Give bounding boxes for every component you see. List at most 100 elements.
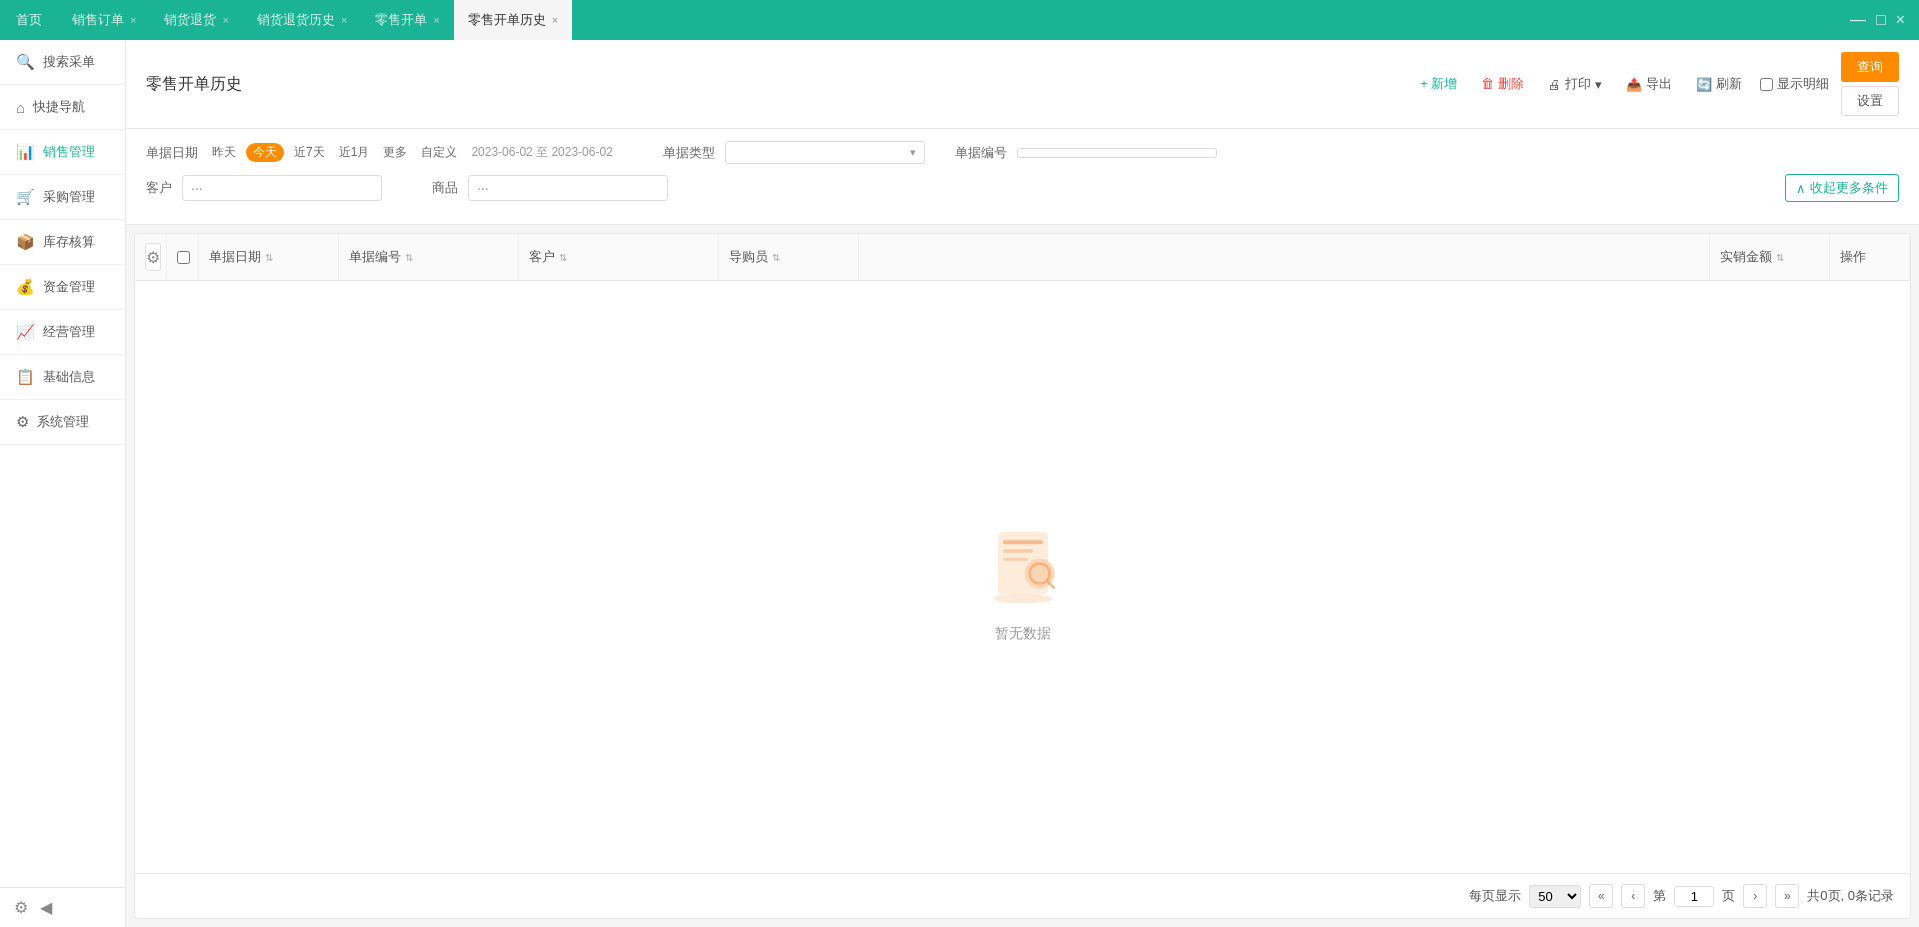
tab-retail-open-history[interactable]: 零售开单历史 × bbox=[454, 0, 572, 40]
goods-input[interactable]: ··· bbox=[468, 175, 668, 201]
sidebar-item-purchase-mgmt[interactable]: 🛒 采购管理 bbox=[0, 175, 125, 220]
doc-type-select[interactable]: ▾ bbox=[725, 141, 925, 164]
sidebar-inventory-label: 库存核算 bbox=[43, 233, 95, 251]
sales-icon: 📊 bbox=[16, 143, 35, 161]
th-actual-amount[interactable]: 实销金额 ⇅ bbox=[1710, 234, 1830, 280]
retail-open-label: 零售开单 bbox=[375, 11, 427, 29]
main-layout: 🔍 搜索采单 ⌂ 快捷导航 📊 销售管理 🛒 采购管理 📦 库存核算 💰 资金管… bbox=[0, 40, 1919, 927]
goods-label: 商品 bbox=[432, 179, 458, 197]
shortcut-1month[interactable]: 近1月 bbox=[335, 143, 374, 162]
close-sales-return[interactable]: × bbox=[222, 14, 228, 26]
basic-info-icon: 📋 bbox=[16, 368, 35, 386]
sidebar-item-inventory[interactable]: 📦 库存核算 bbox=[0, 220, 125, 265]
shortcut-7days[interactable]: 近7天 bbox=[290, 143, 329, 162]
date-label: 单据日期 bbox=[146, 144, 198, 162]
sidebar-search[interactable]: 🔍 搜索采单 bbox=[0, 40, 125, 85]
print-icon: 🖨 bbox=[1548, 77, 1561, 92]
date-range: 2023-06-02 至 2023-06-02 bbox=[471, 144, 612, 161]
maximize-btn[interactable]: □ bbox=[1876, 11, 1886, 29]
shortcut-custom[interactable]: 自定义 bbox=[417, 143, 461, 162]
customer-input[interactable]: ··· bbox=[182, 175, 382, 201]
doc-num-input[interactable] bbox=[1017, 148, 1217, 158]
collapse-label: 收起更多条件 bbox=[1810, 179, 1888, 197]
th-doc-num[interactable]: 单据编号 ⇅ bbox=[339, 234, 519, 280]
sidebar-item-finance-mgmt[interactable]: 💰 资金管理 bbox=[0, 265, 125, 310]
sidebar-bottom: ⚙ ◀ bbox=[0, 887, 125, 927]
prev-page-btn[interactable]: ‹ bbox=[1621, 884, 1645, 908]
show-detail-checkbox-label[interactable]: 显示明细 bbox=[1760, 75, 1829, 93]
th-checkbox[interactable] bbox=[167, 234, 199, 280]
settings-icon[interactable]: ⚙ bbox=[14, 898, 28, 917]
tab-sales-return[interactable]: 销货退货 × bbox=[150, 0, 242, 40]
th-doc-num-label: 单据编号 bbox=[349, 248, 401, 266]
date-shortcuts: 昨天 今天 近7天 近1月 更多 自定义 bbox=[208, 143, 461, 162]
sales-order-label: 销售订单 bbox=[72, 11, 124, 29]
shortcut-today[interactable]: 今天 bbox=[246, 143, 284, 162]
query-button[interactable]: 查询 bbox=[1841, 52, 1899, 82]
search-icon: 🔍 bbox=[16, 53, 35, 71]
delete-button[interactable]: 🗑 删除 bbox=[1475, 71, 1530, 97]
shortcut-more[interactable]: 更多 bbox=[379, 143, 411, 162]
collapse-icon: ∧ bbox=[1796, 181, 1806, 196]
add-label: + 新增 bbox=[1420, 75, 1457, 93]
table-area: ⚙ 单据日期 ⇅ 单据编号 ⇅ 客户 ⇅ 导购员 bbox=[134, 233, 1911, 919]
show-detail-checkbox[interactable] bbox=[1760, 78, 1773, 91]
next-page-btn[interactable]: › bbox=[1743, 884, 1767, 908]
export-button[interactable]: 📤 导出 bbox=[1620, 71, 1678, 97]
sidebar-sales-label: 销售管理 bbox=[43, 143, 95, 161]
collapse-button[interactable]: ∧ 收起更多条件 bbox=[1785, 174, 1899, 202]
sidebar-item-business-mgmt[interactable]: 📈 经营管理 bbox=[0, 310, 125, 355]
th-settings[interactable]: ⚙ bbox=[135, 234, 167, 280]
th-doc-date-label: 单据日期 bbox=[209, 248, 261, 266]
th-salesperson[interactable]: 导购员 ⇅ bbox=[719, 234, 859, 280]
select-all-checkbox[interactable] bbox=[177, 251, 190, 264]
sidebar-item-system-mgmt[interactable]: ⚙ 系统管理 bbox=[0, 400, 125, 445]
tab-sales-order[interactable]: 销售订单 × bbox=[58, 0, 150, 40]
th-doc-date[interactable]: 单据日期 ⇅ bbox=[199, 234, 339, 280]
column-settings-icon[interactable]: ⚙ bbox=[145, 243, 161, 271]
refresh-button[interactable]: 🔄 刷新 bbox=[1690, 71, 1748, 97]
pagination: 每页显示 50 10 20 100 « ‹ 第 页 › » 共0页, 0条记录 bbox=[135, 873, 1910, 918]
filter-row-1: 单据日期 昨天 今天 近7天 近1月 更多 自定义 2023-06-02 至 2… bbox=[146, 141, 1899, 164]
tab-sales-return-history[interactable]: 销货退货历史 × bbox=[243, 0, 361, 40]
page-title: 零售开单历史 bbox=[146, 74, 242, 95]
sidebar-item-sales-mgmt[interactable]: 📊 销售管理 bbox=[0, 130, 125, 175]
th-operations: 操作 bbox=[1830, 234, 1910, 280]
sidebar-item-quick-nav[interactable]: ⌂ 快捷导航 bbox=[0, 85, 125, 130]
print-label: 打印 bbox=[1565, 75, 1591, 93]
tab-home[interactable]: 首页 bbox=[0, 0, 58, 40]
sort-customer-icon[interactable]: ⇅ bbox=[559, 252, 567, 263]
tab-retail-open[interactable]: 零售开单 × bbox=[361, 0, 453, 40]
sidebar: 🔍 搜索采单 ⌂ 快捷导航 📊 销售管理 🛒 采购管理 📦 库存核算 💰 资金管… bbox=[0, 40, 126, 927]
sidebar-item-basic-info[interactable]: 📋 基础信息 bbox=[0, 355, 125, 400]
doc-type-label: 单据类型 bbox=[663, 144, 715, 162]
collapse-sidebar-icon[interactable]: ◀ bbox=[40, 898, 52, 917]
minimize-btn[interactable]: — bbox=[1850, 11, 1866, 29]
purchase-icon: 🛒 bbox=[16, 188, 35, 206]
doc-num-label: 单据编号 bbox=[955, 144, 1007, 162]
export-label: 导出 bbox=[1646, 75, 1672, 93]
filter-area: 单据日期 昨天 今天 近7天 近1月 更多 自定义 2023-06-02 至 2… bbox=[126, 129, 1919, 225]
close-sales-return-history[interactable]: × bbox=[341, 14, 347, 26]
th-salesperson-label: 导购员 bbox=[729, 248, 768, 266]
add-button[interactable]: + 新增 bbox=[1414, 71, 1463, 97]
sort-salesperson-icon[interactable]: ⇅ bbox=[772, 252, 780, 263]
per-page-select[interactable]: 50 10 20 100 bbox=[1529, 885, 1581, 908]
sort-amount-icon[interactable]: ⇅ bbox=[1776, 252, 1784, 263]
setting-button[interactable]: 设置 bbox=[1841, 86, 1899, 116]
page-number-input[interactable] bbox=[1674, 886, 1714, 907]
shortcut-yesterday[interactable]: 昨天 bbox=[208, 143, 240, 162]
total-info: 共0页, 0条记录 bbox=[1807, 887, 1894, 905]
print-button[interactable]: 🖨 打印 ▾ bbox=[1542, 71, 1608, 97]
th-customer[interactable]: 客户 ⇅ bbox=[519, 234, 719, 280]
close-retail-open-history[interactable]: × bbox=[552, 14, 558, 26]
first-page-btn[interactable]: « bbox=[1589, 884, 1613, 908]
sort-doc-date-icon[interactable]: ⇅ bbox=[265, 252, 273, 263]
sort-doc-num-icon[interactable]: ⇅ bbox=[405, 252, 413, 263]
goods-dots: ··· bbox=[477, 180, 489, 196]
close-window-btn[interactable]: × bbox=[1896, 11, 1905, 29]
refresh-icon: 🔄 bbox=[1696, 77, 1712, 92]
close-retail-open[interactable]: × bbox=[433, 14, 439, 26]
last-page-btn[interactable]: » bbox=[1775, 884, 1799, 908]
close-sales-order[interactable]: × bbox=[130, 14, 136, 26]
